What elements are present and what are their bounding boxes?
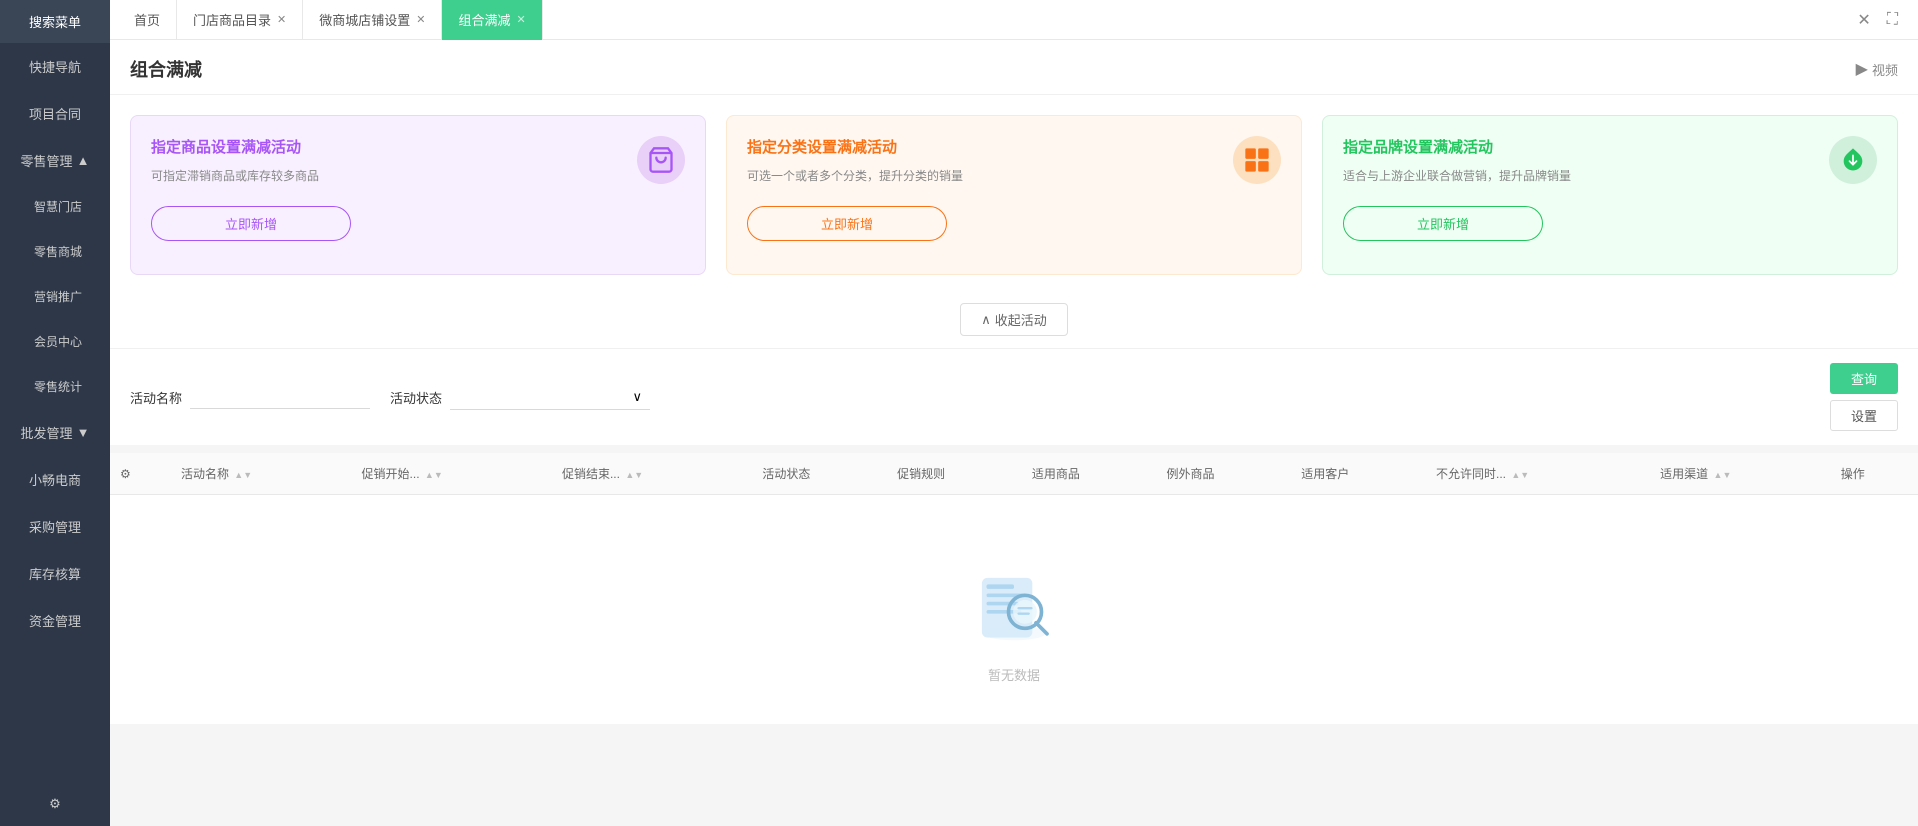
table-col-activity-status: 活动状态 [752, 453, 887, 495]
product-card-title: 指定商品设置满减活动 [151, 136, 685, 157]
sidebar-search[interactable]: 搜索菜单 [0, 0, 110, 43]
table-col-operation: 操作 [1831, 453, 1918, 495]
category-card-title: 指定分类设置满减活动 [747, 136, 1281, 157]
empty-illustration [959, 555, 1069, 665]
sort-arrows-promo-start: ▲▼ [425, 470, 443, 480]
chevron-up-icon-collapse: ∧ [981, 312, 991, 328]
table-col-settings[interactable]: ⚙ [110, 453, 171, 495]
empty-state: 暂无数据 [110, 495, 1918, 724]
brand-card-icon [1829, 136, 1877, 184]
gear-icon: ⚙ [49, 796, 61, 811]
tab-store-catalog[interactable]: 门店商品目录 ✕ [177, 0, 303, 40]
empty-state-cell: 暂无数据 [110, 495, 1918, 725]
category-card: 指定分类设置满减活动 可选一个或者多个分类，提升分类的销量 立即新增 [726, 115, 1302, 275]
brand-card-add-btn[interactable]: 立即新增 [1343, 206, 1543, 241]
chevron-up-icon: ▲ [77, 153, 90, 168]
filter-bar: 活动名称 活动状态 ∨ 查询 设置 [110, 348, 1918, 445]
table-col-applicable-goods: 适用商品 [1022, 453, 1157, 495]
tab-combo-discount[interactable]: 组合满减 ✕ [442, 0, 542, 40]
tab-wechat-store[interactable]: 微商城店铺设置 ✕ [303, 0, 442, 40]
sidebar-item-finance-mgmt[interactable]: 资金管理 [0, 597, 110, 644]
sidebar-item-quick-nav[interactable]: 快捷导航 [0, 43, 110, 90]
close-window-btn[interactable]: ✕ [1853, 6, 1874, 34]
table-col-activity-name[interactable]: 活动名称 ▲▼ [171, 453, 352, 495]
table-col-promo-start[interactable]: 促销开始... ▲▼ [352, 453, 552, 495]
collapse-activities-btn[interactable]: ∧ 收起活动 [960, 303, 1068, 336]
product-card: 指定商品设置满减活动 可指定滞销商品或库存较多商品 立即新增 [130, 115, 706, 275]
product-card-icon [637, 136, 685, 184]
tab-close-wechat-store[interactable]: ✕ [416, 13, 425, 26]
sidebar-item-project-contract[interactable]: 项目合同 [0, 90, 110, 137]
sidebar-item-retail-mgmt[interactable]: 零售管理 ▲ [0, 137, 110, 184]
empty-text: 暂无数据 [988, 665, 1040, 684]
content-area: 组合满减 ▶ 视频 指定商品设置满减活动 可指定滞销商品或库存较多商品 立即新增 [110, 40, 1918, 826]
settings-btn[interactable]: 设置 [1830, 400, 1898, 431]
sidebar-item-xiaochang[interactable]: 小畅电商 [0, 456, 110, 503]
brand-card-desc: 适合与上游企业联合做营销，提升品牌销量 [1343, 167, 1877, 186]
sidebar-item-inventory[interactable]: 库存核算 [0, 550, 110, 597]
page-header: 组合满减 ▶ 视频 [110, 40, 1918, 95]
filter-group-status: 活动状态 ∨ [390, 385, 650, 410]
table-col-promo-end[interactable]: 促销结束... ▲▼ [552, 453, 752, 495]
sidebar-item-wholesale-mgmt[interactable]: 批发管理 ▼ [0, 409, 110, 456]
sidebar-item-retail-stats[interactable]: 零售统计 [0, 364, 110, 409]
cards-section: 指定商品设置满减活动 可指定滞销商品或库存较多商品 立即新增 指定分类设置满减活… [110, 95, 1918, 295]
tab-actions: ✕ ⛶ [1853, 6, 1910, 34]
query-btn[interactable]: 查询 [1830, 363, 1898, 394]
filter-status-label: 活动状态 [390, 388, 442, 407]
collapse-bar: ∧ 收起活动 [110, 295, 1918, 348]
tab-bar: 首页 门店商品目录 ✕ 微商城店铺设置 ✕ 组合满减 ✕ ✕ ⛶ [110, 0, 1918, 40]
data-table: ⚙ 活动名称 ▲▼ 促销开始... ▲▼ 促销结束... ▲▼ [110, 453, 1918, 724]
table-section: ⚙ 活动名称 ▲▼ 促销开始... ▲▼ 促销结束... ▲▼ [110, 453, 1918, 724]
filter-name-label: 活动名称 [130, 388, 182, 407]
sidebar-item-marketing[interactable]: 营销推广 [0, 274, 110, 319]
tab-close-store-catalog[interactable]: ✕ [277, 13, 286, 26]
table-col-promo-rule: 促销规则 [887, 453, 1022, 495]
sidebar-item-purchase-mgmt[interactable]: 采购管理 [0, 503, 110, 550]
table-col-exception-goods: 例外商品 [1157, 453, 1292, 495]
brand-card: 指定品牌设置满减活动 适合与上游企业联合做营销，提升品牌销量 立即新增 [1322, 115, 1898, 275]
fullscreen-btn[interactable]: ⛶ [1883, 7, 1902, 33]
product-card-desc: 可指定滞销商品或库存较多商品 [151, 167, 685, 186]
page-title: 组合满减 [130, 56, 202, 82]
dropdown-chevron-icon: ∨ [633, 389, 643, 405]
category-card-desc: 可选一个或者多个分类，提升分类的销量 [747, 167, 1281, 186]
main-area: 首页 门店商品目录 ✕ 微商城店铺设置 ✕ 组合满减 ✕ ✕ ⛶ 组合满减 ▶ … [110, 0, 1918, 826]
product-card-add-btn[interactable]: 立即新增 [151, 206, 351, 241]
play-icon: ▶ [1856, 59, 1868, 79]
filter-status-select[interactable]: ∨ [450, 385, 650, 410]
sort-arrows-no-concurrent: ▲▼ [1511, 470, 1529, 480]
table-body: 暂无数据 [110, 495, 1918, 725]
sidebar: 搜索菜单 快捷导航 项目合同 零售管理 ▲ 智慧门店 零售商城 营销推广 会员中… [0, 0, 110, 826]
table-settings-icon: ⚙ [120, 467, 131, 481]
table-col-applicable-customer: 适用客户 [1291, 453, 1426, 495]
table-col-applicable-channel[interactable]: 适用渠道 ▲▼ [1650, 453, 1831, 495]
tab-home[interactable]: 首页 [118, 0, 177, 40]
sort-arrows-applicable-channel: ▲▼ [1714, 470, 1732, 480]
filter-name-input[interactable] [190, 385, 370, 409]
table-col-no-concurrent[interactable]: 不允许同时... ▲▼ [1426, 453, 1650, 495]
table-header: ⚙ 活动名称 ▲▼ 促销开始... ▲▼ 促销结束... ▲▼ [110, 453, 1918, 495]
tab-close-combo-discount[interactable]: ✕ [517, 13, 526, 26]
sort-arrows-promo-end: ▲▼ [625, 470, 643, 480]
video-link[interactable]: ▶ 视频 [1856, 59, 1898, 79]
brand-card-title: 指定品牌设置满减活动 [1343, 136, 1877, 157]
sidebar-item-smart-store[interactable]: 智慧门店 [0, 184, 110, 229]
sort-arrows-activity-name: ▲▼ [234, 470, 252, 480]
filter-group-name: 活动名称 [130, 385, 370, 409]
sidebar-settings-btn[interactable]: ⚙ [0, 782, 110, 826]
sidebar-item-member-center[interactable]: 会员中心 [0, 319, 110, 364]
category-card-icon [1233, 136, 1281, 184]
category-card-add-btn[interactable]: 立即新增 [747, 206, 947, 241]
sidebar-item-retail-mall[interactable]: 零售商城 [0, 229, 110, 274]
filter-actions: 查询 设置 [1830, 363, 1898, 431]
chevron-down-icon: ▼ [77, 425, 90, 440]
